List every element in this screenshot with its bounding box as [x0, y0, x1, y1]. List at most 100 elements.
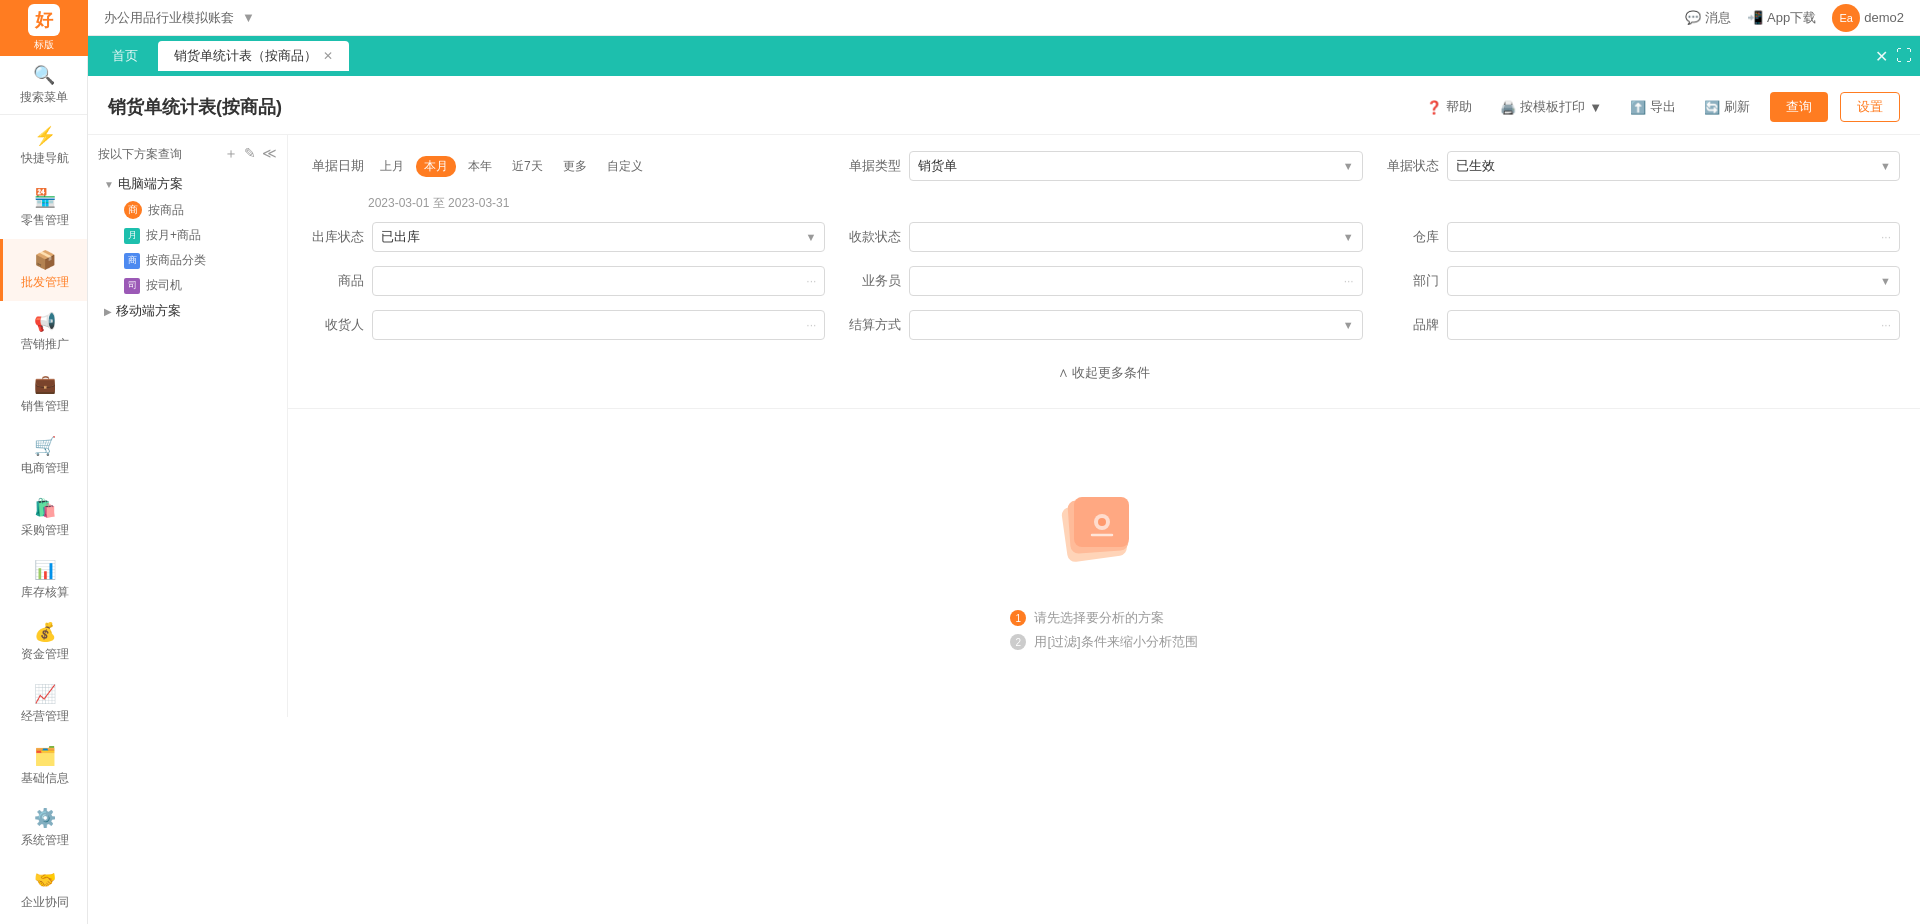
inventory-icon: 📊 [34, 559, 56, 581]
tab-close-window-btn[interactable]: ✕ [1875, 47, 1888, 66]
date-label: 单据日期 [308, 157, 364, 175]
tab-home[interactable]: 首页 [96, 41, 154, 71]
sidebar-item-purchase[interactable]: 🛍️ 采购管理 [0, 487, 87, 549]
brand-value[interactable]: ··· [1447, 310, 1900, 340]
left-panel-header: 按以下方案查询 ＋ ✎ ≪ [98, 145, 277, 163]
collapse-panel-icon[interactable]: ≪ [262, 145, 277, 163]
status-value[interactable]: 已生效 ▼ [1447, 151, 1900, 181]
sidebar-item-inventory[interactable]: 📊 库存核算 [0, 549, 87, 611]
sidebar-search[interactable]: 🔍 搜索菜单 [0, 56, 87, 115]
goods-value[interactable]: ··· [372, 266, 825, 296]
sidebar-item-quicknav[interactable]: ⚡ 快捷导航 [0, 115, 87, 177]
purchase-label: 采购管理 [21, 522, 69, 539]
sidebar-item-basic[interactable]: 🗂️ 基础信息 [0, 735, 87, 797]
shortcut-7days[interactable]: 近7天 [504, 156, 551, 177]
refresh-label: 刷新 [1724, 98, 1750, 116]
sales-label: 销售管理 [21, 398, 69, 415]
tab-close-btn[interactable]: ✕ [323, 49, 333, 63]
refresh-btn[interactable]: 🔄 刷新 [1696, 94, 1758, 120]
shortcut-last-month[interactable]: 上月 [372, 156, 412, 177]
scheme-goods-label: 按商品 [148, 202, 184, 219]
date-range-text: 2023-03-01 至 2023-03-31 [368, 196, 509, 210]
tree-item-desktop[interactable]: ▼ 电脑端方案 [98, 171, 277, 197]
empty-tip-2: 2 用[过滤]条件来缩小分析范围 [1010, 633, 1197, 651]
warehouse-value[interactable]: ··· [1447, 222, 1900, 252]
receiver-value[interactable]: ··· [372, 310, 825, 340]
settings-button[interactable]: 设置 [1840, 92, 1900, 122]
query-button[interactable]: 查询 [1770, 92, 1828, 122]
payment-value[interactable]: ▼ [909, 310, 1362, 340]
scheme-by-driver[interactable]: 司 按司机 [118, 273, 277, 298]
collapse-icon: ∧ [1058, 365, 1069, 380]
tab-maximize-btn[interactable]: ⛶ [1896, 47, 1912, 65]
sidebar-item-operations[interactable]: 📈 经营管理 [0, 673, 87, 735]
help-btn[interactable]: ❓ 帮助 [1418, 94, 1480, 120]
tabbar-actions: ✕ ⛶ [1875, 47, 1912, 66]
desktop-group-label: 电脑端方案 [118, 175, 183, 193]
receiver-label: 收货人 [308, 316, 364, 334]
left-panel-title: 按以下方案查询 [98, 146, 182, 163]
sidebar-item-finance[interactable]: 💰 资金管理 [0, 611, 87, 673]
message-icon: 💬 [1685, 10, 1701, 25]
type-value[interactable]: 销货单 ▼ [909, 151, 1362, 181]
filter-date-field: 单据日期 上月 本月 本年 近7天 更多 自定义 [308, 156, 825, 177]
topbar-dropdown-icon[interactable]: ▼ [242, 10, 255, 25]
filter-type-field: 单据类型 销货单 ▼ [845, 151, 1362, 181]
tip-text-1: 请先选择要分析的方案 [1034, 609, 1164, 627]
retail-label: 零售管理 [21, 212, 69, 229]
sidebar-menu: ⚡ 快捷导航 🏪 零售管理 📦 批发管理 📢 营销推广 💼 销售管理 🛒 电商管… [0, 115, 87, 924]
tabbar: 首页 销货单统计表（按商品） ✕ ✕ ⛶ [88, 36, 1920, 76]
receipt-value[interactable]: ▼ [909, 222, 1362, 252]
brand-label: 品牌 [1383, 316, 1439, 334]
user-avatar-area[interactable]: Ea demo2 [1832, 4, 1904, 32]
scheme-monthgoods-label: 按月+商品 [146, 227, 201, 244]
scheme-by-goods[interactable]: 商 按商品 [118, 197, 277, 223]
sidebar-item-sales[interactable]: 💼 销售管理 [0, 363, 87, 425]
ecommerce-label: 电商管理 [21, 460, 69, 477]
sidebar-item-wholesale[interactable]: 📦 批发管理 [0, 239, 87, 301]
sidebar-item-ecommerce[interactable]: 🛒 电商管理 [0, 425, 87, 487]
sidebar: 好 标版 🔍 搜索菜单 ⚡ 快捷导航 🏪 零售管理 📦 批发管理 📢 营销推广 … [0, 0, 88, 924]
collab-icon: 🤝 [34, 869, 56, 891]
scheme-driver-icon: 司 [124, 278, 140, 294]
filter-outstore-field: 出库状态 已出库 ▼ [308, 222, 825, 252]
type-label: 单据类型 [845, 157, 901, 175]
basic-label: 基础信息 [21, 770, 69, 787]
dept-value[interactable]: ▼ [1447, 266, 1900, 296]
payment-chevron-icon: ▼ [1343, 319, 1354, 331]
outstore-value[interactable]: 已出库 ▼ [372, 222, 825, 252]
scheme-by-category[interactable]: 商 按商品分类 [118, 248, 277, 273]
scheme-by-month-goods[interactable]: 月 按月+商品 [118, 223, 277, 248]
outstore-value-text: 已出库 [381, 228, 805, 246]
tree-item-mobile[interactable]: ▶ 移动端方案 [98, 298, 277, 324]
industry-name: 办公用品行业模拟账套 [104, 9, 234, 27]
logo[interactable]: 好 标版 [0, 0, 88, 56]
tab-sales-stats[interactable]: 销货单统计表（按商品） ✕ [158, 41, 349, 71]
staff-value[interactable]: ··· [909, 266, 1362, 296]
sidebar-item-collab[interactable]: 🤝 企业协同 [0, 859, 87, 921]
sidebar-item-retail[interactable]: 🏪 零售管理 [0, 177, 87, 239]
scheme-category-label: 按商品分类 [146, 252, 206, 269]
topbar: 办公用品行业模拟账套 ▼ 💬 消息 📲 App下载 Ea demo2 [88, 0, 1920, 36]
shortcut-this-year[interactable]: 本年 [460, 156, 500, 177]
filter-brand-field: 品牌 ··· [1383, 310, 1900, 340]
shortcut-more[interactable]: 更多 [555, 156, 595, 177]
sidebar-item-marketing[interactable]: 📢 营销推广 [0, 301, 87, 363]
mobile-group-label: 移动端方案 [116, 302, 181, 320]
add-scheme-icon[interactable]: ＋ [224, 145, 238, 163]
app-download-btn[interactable]: 📲 App下载 [1747, 9, 1816, 27]
edit-scheme-icon[interactable]: ✎ [244, 145, 256, 163]
shortcut-custom[interactable]: 自定义 [599, 156, 651, 177]
warehouse-label: 仓库 [1383, 228, 1439, 246]
goods-label: 商品 [308, 272, 364, 290]
scheme-driver-label: 按司机 [146, 277, 182, 294]
print-template-btn[interactable]: 🖨️ 按模板打印 ▼ [1492, 94, 1610, 120]
page-content: 销货单统计表(按商品) ❓ 帮助 🖨️ 按模板打印 ▼ ⬆️ 导出 🔄 刷新 [88, 76, 1920, 924]
staff-label: 业务员 [845, 272, 901, 290]
shortcut-this-month[interactable]: 本月 [416, 156, 456, 177]
message-btn[interactable]: 💬 消息 [1685, 9, 1731, 27]
export-btn[interactable]: ⬆️ 导出 [1622, 94, 1684, 120]
sidebar-item-system[interactable]: ⚙️ 系统管理 [0, 797, 87, 859]
collapse-filters-btn[interactable]: ∧ 收起更多条件 [308, 354, 1900, 392]
scheme-goods-icon: 商 [124, 201, 142, 219]
